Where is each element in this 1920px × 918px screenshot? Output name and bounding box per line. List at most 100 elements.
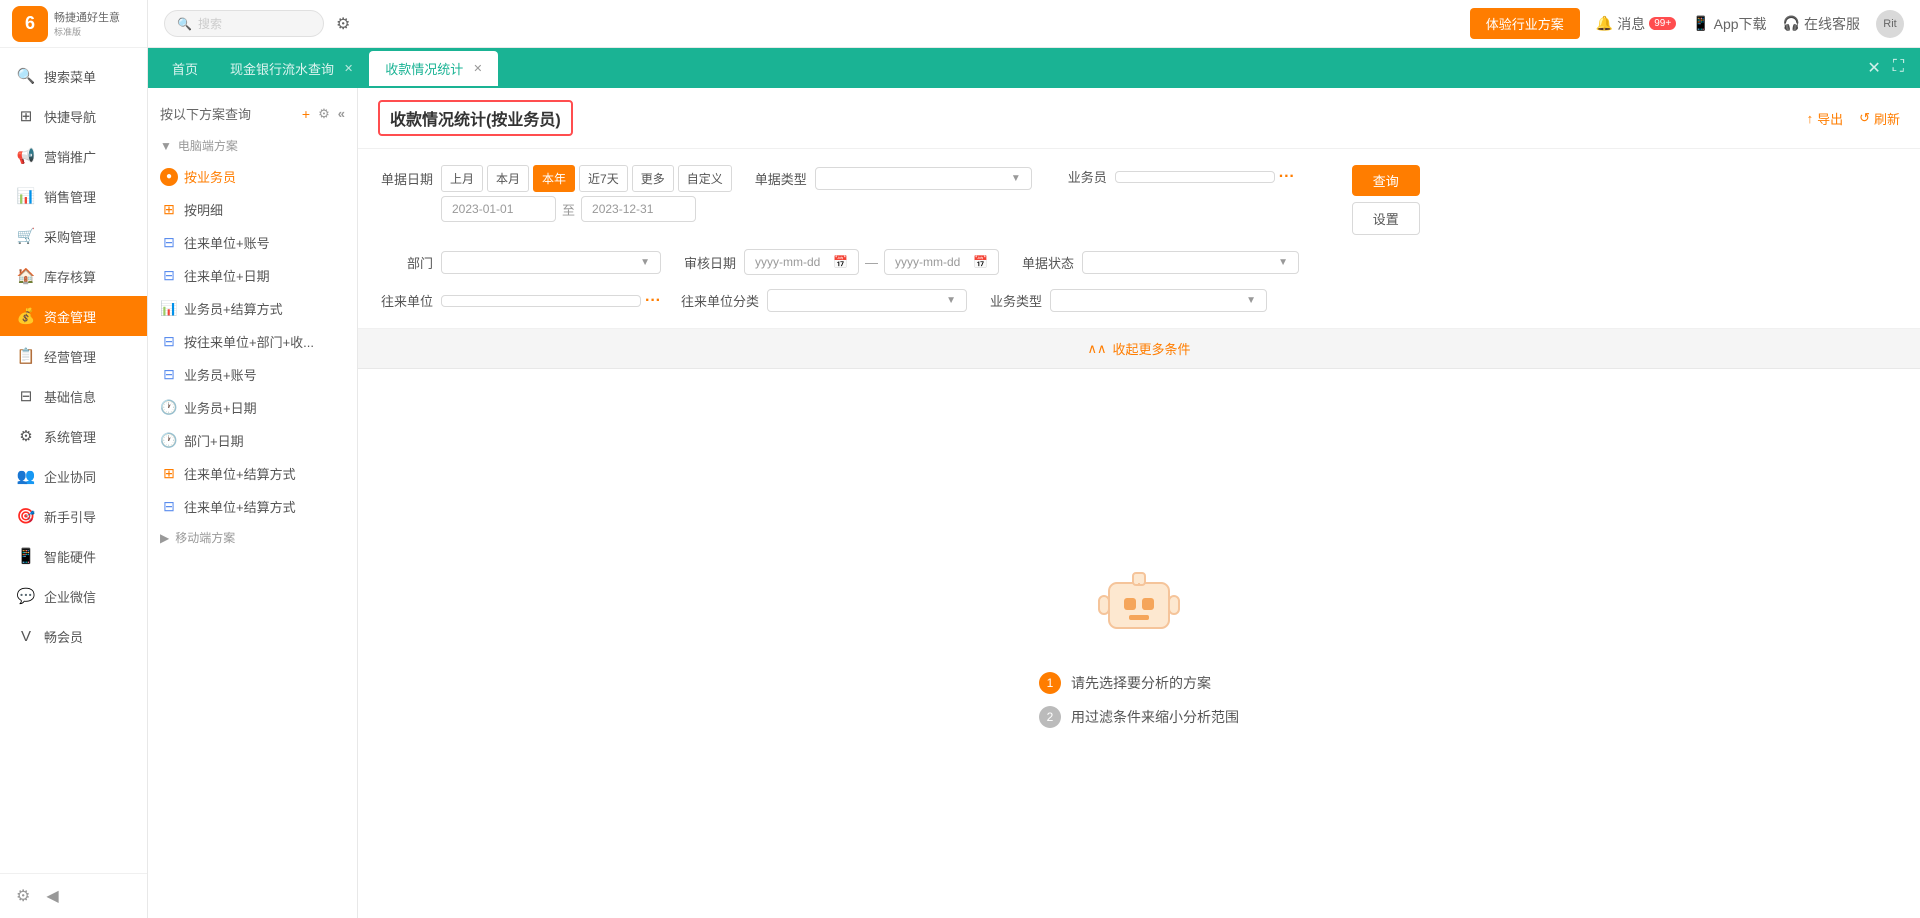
- audit-date-separator: —: [865, 255, 878, 270]
- table4-icon: ⊟: [160, 366, 178, 384]
- filter-row-1: 单据日期 上月 本月 本年 近7天 更多 自定义: [378, 165, 1900, 235]
- tree-item-salesman-date[interactable]: 🕐 业务员+日期: [148, 391, 357, 424]
- clock2-icon: 🕐: [160, 432, 178, 450]
- tree-item-partner-account[interactable]: ⊟ 往来单位+账号: [148, 226, 357, 259]
- sidebar-item-marketing[interactable]: 📢 营销推广: [0, 136, 147, 176]
- active-scheme-icon: ●: [160, 168, 178, 186]
- window-controls: ✕ ⛶: [1867, 58, 1912, 78]
- doc-status-select[interactable]: ▼: [1082, 251, 1299, 274]
- partner-type-chevron-icon: ▼: [946, 295, 956, 306]
- user-avatar[interactable]: Rit: [1876, 10, 1904, 38]
- sidebar-item-finance[interactable]: 💰 资金管理: [0, 296, 147, 336]
- salesman-more-icon[interactable]: ···: [1279, 168, 1295, 186]
- topbar-settings-icon[interactable]: ⚙: [336, 14, 350, 34]
- sidebar-item-wechat[interactable]: 💬 企业微信: [0, 576, 147, 616]
- doc-type-label: 单据类型: [752, 169, 807, 188]
- collapse-panel-icon[interactable]: «: [338, 106, 345, 122]
- tree-item-by-detail[interactable]: ⊞ 按明细: [148, 193, 357, 226]
- sidebar-item-basic[interactable]: ⊟ 基础信息: [0, 376, 147, 416]
- period-this-month[interactable]: 本月: [487, 165, 529, 192]
- audit-date-label: 审核日期: [681, 253, 736, 272]
- quicknav-icon: ⊞: [16, 106, 36, 126]
- salesman-select[interactable]: [1115, 171, 1275, 183]
- window-maximize-icon[interactable]: ⛶: [1893, 58, 1904, 78]
- query-button[interactable]: 查询: [1352, 165, 1420, 196]
- topbar-left: 🔍 搜索 ⚙: [164, 10, 350, 37]
- period-7days[interactable]: 近7天: [579, 165, 628, 192]
- sidebar-item-quicknav[interactable]: ⊞ 快捷导航: [0, 96, 147, 136]
- sidebar-item-hardware[interactable]: 📱 智能硬件: [0, 536, 147, 576]
- biz-type-select[interactable]: ▼: [1050, 289, 1267, 312]
- page-header-actions: ↑ 导出 ↺ 刷新: [1807, 109, 1900, 128]
- sidebar-item-sales[interactable]: 📊 销售管理: [0, 176, 147, 216]
- tree-item-partner-dept[interactable]: ⊟ 按往来单位+部门+收...: [148, 325, 357, 358]
- service-icon: 🎧: [1783, 15, 1800, 32]
- empty-step-2: 2 用过滤条件来缩小分析范围: [1039, 706, 1239, 728]
- date-range-row: 2023-01-01 至 2023-12-31: [378, 196, 732, 222]
- add-scheme-icon[interactable]: +: [302, 106, 310, 122]
- period-more[interactable]: 更多: [632, 165, 674, 192]
- date-to-input[interactable]: 2023-12-31: [581, 196, 696, 222]
- calendar-from-icon[interactable]: 📅: [833, 255, 848, 269]
- export-button[interactable]: ↑ 导出: [1807, 109, 1844, 128]
- tree-item-partner-date[interactable]: ⊟ 往来单位+日期: [148, 259, 357, 292]
- trial-button[interactable]: 体验行业方案: [1470, 8, 1580, 39]
- tree-section-desktop[interactable]: ▼ 电脑端方案: [148, 131, 357, 160]
- refresh-button[interactable]: ↺ 刷新: [1859, 109, 1900, 128]
- empty-step-1: 1 请先选择要分析的方案: [1039, 672, 1239, 694]
- sidebar-item-inventory[interactable]: 🏠 库存核算: [0, 256, 147, 296]
- filter-area: 单据日期 上月 本月 本年 近7天 更多 自定义: [358, 149, 1920, 329]
- tree-item-by-salesman[interactable]: ● 按业务员: [148, 160, 357, 193]
- notifications-btn[interactable]: 🔔 消息 99+: [1596, 14, 1676, 34]
- sidebar-item-system[interactable]: ⚙ 系统管理: [0, 416, 147, 456]
- collapse-bar[interactable]: ∧∧ 收起更多条件: [358, 329, 1920, 369]
- period-prev-month[interactable]: 上月: [441, 165, 483, 192]
- sidebar-item-enterprise[interactable]: 👥 企业协同: [0, 456, 147, 496]
- hardware-icon: 📱: [16, 546, 36, 566]
- partner-label: 往来单位: [378, 291, 433, 310]
- tab-home[interactable]: 首页: [156, 51, 214, 86]
- date-from-input[interactable]: 2023-01-01: [441, 196, 556, 222]
- topbar-search-box[interactable]: 🔍 搜索: [164, 10, 324, 37]
- page-title-box: 收款情况统计(按业务员): [378, 100, 573, 136]
- sidebar-item-purchase[interactable]: 🛒 采购管理: [0, 216, 147, 256]
- tree-section-mobile[interactable]: ▶ 移动端方案: [148, 523, 357, 552]
- tab-collection-close[interactable]: ✕: [473, 62, 482, 75]
- doc-type-select[interactable]: ▼: [815, 167, 1032, 190]
- tree-item-salesman-account[interactable]: ⊟ 业务员+账号: [148, 358, 357, 391]
- period-custom[interactable]: 自定义: [678, 165, 732, 192]
- tree-item-partner-settle1[interactable]: ⊞ 往来单位+结算方式: [148, 457, 357, 490]
- online-service-btn[interactable]: 🎧 在线客服: [1783, 14, 1860, 34]
- logo-area: 6 畅捷通好生意 标准版: [0, 0, 147, 48]
- tab-bank-close[interactable]: ✕: [344, 62, 353, 75]
- sidebar-item-search[interactable]: 🔍 搜索菜单: [0, 56, 147, 96]
- collapse-icon: ∧∧: [1087, 341, 1106, 357]
- query-buttons: 查询 设置: [1352, 165, 1420, 235]
- collapse-sidebar-icon[interactable]: ◀: [46, 886, 58, 906]
- page-header: 收款情况统计(按业务员) ↑ 导出 ↺ 刷新: [358, 88, 1920, 149]
- partner-type-label: 往来单位分类: [681, 291, 759, 310]
- tree-item-dept-date[interactable]: 🕐 部门+日期: [148, 424, 357, 457]
- partner-type-select[interactable]: ▼: [767, 289, 967, 312]
- settings-scheme-icon[interactable]: ⚙: [318, 106, 330, 122]
- period-this-year[interactable]: 本年: [533, 165, 575, 192]
- tree-item-partner-settle2[interactable]: ⊟ 往来单位+结算方式: [148, 490, 357, 523]
- biz-type-filter: 业务类型 ▼: [987, 289, 1267, 312]
- settings-button[interactable]: 设置: [1352, 202, 1420, 235]
- settings-bottom-icon[interactable]: ⚙: [16, 886, 30, 906]
- tab-collection[interactable]: 收款情况统计 ✕: [369, 51, 498, 86]
- window-close-icon[interactable]: ✕: [1867, 58, 1880, 78]
- sidebar-item-guide[interactable]: 🎯 新手引导: [0, 496, 147, 536]
- audit-to-input[interactable]: yyyy-mm-dd 📅: [884, 249, 999, 275]
- partner-select[interactable]: [441, 295, 641, 307]
- dept-select[interactable]: ▼: [441, 251, 661, 274]
- sidebar-item-member[interactable]: V 畅会员: [0, 616, 147, 656]
- tab-bank[interactable]: 现金银行流水查询 ✕: [214, 51, 369, 86]
- calendar-to-icon[interactable]: 📅: [973, 255, 988, 269]
- sidebar-item-operations[interactable]: 📋 经营管理: [0, 336, 147, 376]
- app-download-btn[interactable]: 📱 App下载: [1692, 14, 1766, 34]
- sidebar-bottom: ⚙ ◀: [0, 873, 147, 918]
- partner-more-icon[interactable]: ···: [645, 292, 661, 310]
- tree-item-salesman-settle[interactable]: 📊 业务员+结算方式: [148, 292, 357, 325]
- audit-from-input[interactable]: yyyy-mm-dd 📅: [744, 249, 859, 275]
